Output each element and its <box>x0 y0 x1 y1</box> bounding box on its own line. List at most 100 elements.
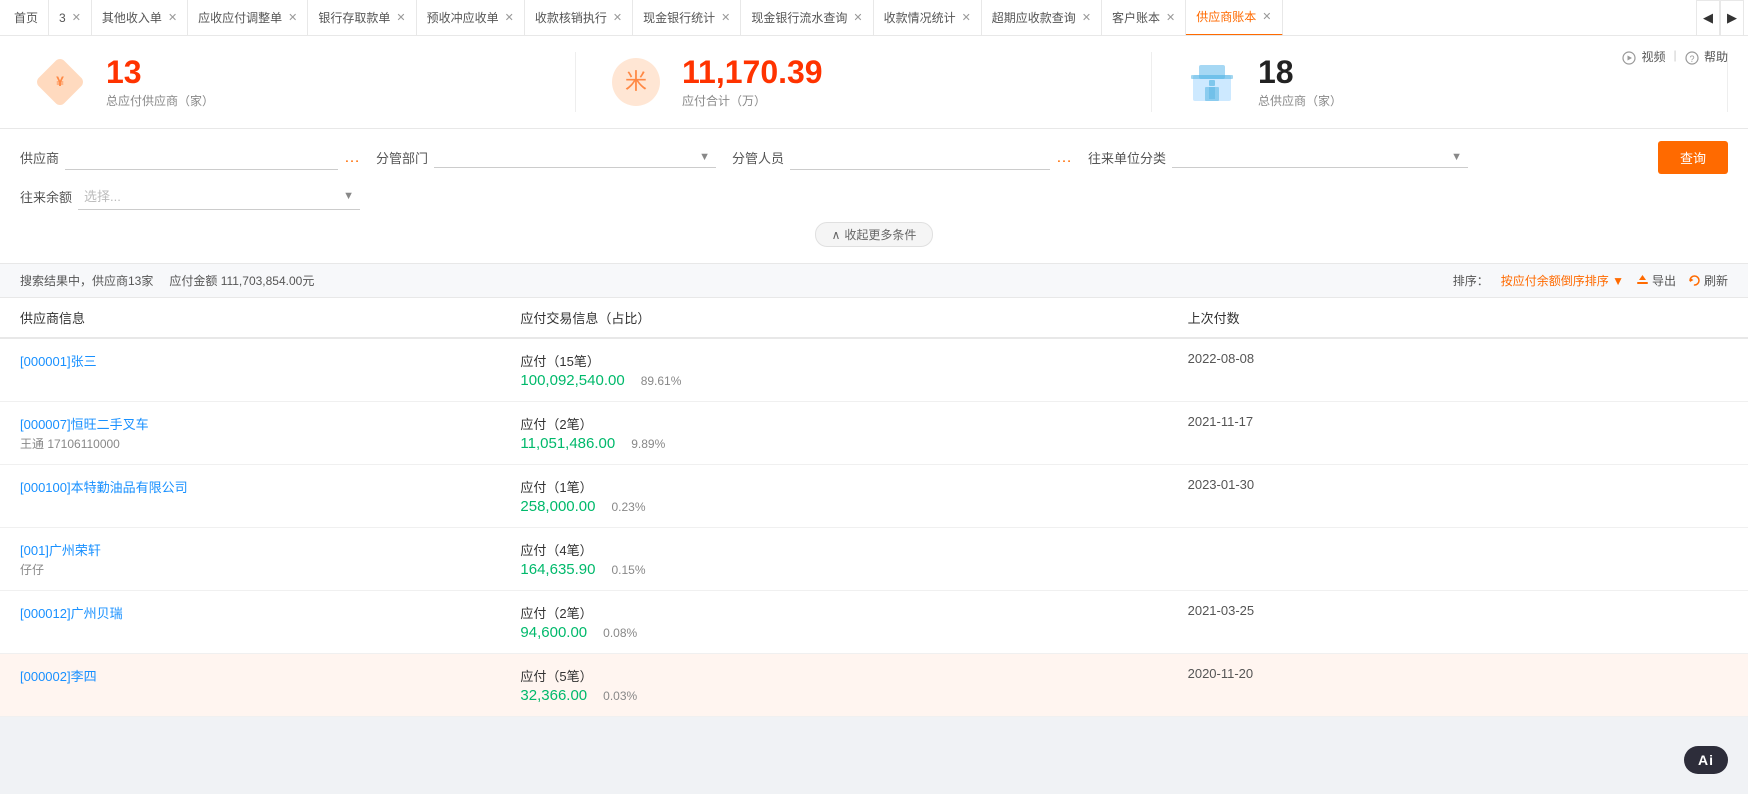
trans-amount-5[interactable]: 32,366.00 <box>520 687 587 704</box>
store-icon <box>1182 52 1242 112</box>
table-header: 供应商信息 应付交易信息（占比） 上次付数 <box>0 298 1748 339</box>
trans-amount-1[interactable]: 11,051,486.00 <box>520 435 615 452</box>
ap-total-num: 11,170.39 <box>682 56 823 88</box>
nav-tab-collection-stats[interactable]: 收款情况统计 ✕ <box>874 0 982 36</box>
col-header-supplier: 供应商信息 <box>20 308 520 327</box>
trans-amount-3[interactable]: 164,635.90 <box>520 561 595 578</box>
nav-tab-cash-bank-flow[interactable]: 现金银行流水查询 ✕ <box>741 0 873 36</box>
close-icon[interactable]: ✕ <box>1166 11 1175 24</box>
close-icon[interactable]: ✕ <box>962 11 971 24</box>
trans-row-2: 258,000.00 0.23% <box>520 498 1187 515</box>
query-button[interactable]: 查询 <box>1658 141 1728 174</box>
trans-row-0: 100,092,540.00 89.61% <box>520 372 1187 389</box>
nav-tab-t3[interactable]: 3 ✕ <box>49 0 92 36</box>
transaction-info-4: 应付（2笔） 94,600.00 0.08% <box>520 603 1187 641</box>
nav-tab-other-income[interactable]: 其他收入单 ✕ <box>92 0 188 36</box>
video-link[interactable]: 视频 <box>1622 48 1665 65</box>
supplier-sub-3: 仔仔 <box>20 561 520 578</box>
refresh-button[interactable]: 刷新 <box>1688 272 1728 289</box>
nav-tab-collection-verify[interactable]: 收款核销执行 ✕ <box>525 0 633 36</box>
result-amount: 应付金额 111,703,854.00元 <box>169 272 314 289</box>
supplier-name-4: [000012]广州贝瑞 <box>20 603 520 622</box>
summary-card-ap-total: 米 11,170.39 应付合计（万） <box>576 52 1152 112</box>
nav-tab-customer-account[interactable]: 客户账本 ✕ <box>1102 0 1186 36</box>
dept-label: 分管部门 <box>376 148 428 167</box>
ai-badge[interactable]: Ai <box>1684 746 1728 774</box>
total-supplier-label: 总供应商（家） <box>1258 92 1342 109</box>
trans-pct-4: 0.08% <box>603 626 637 640</box>
supplier-link-1[interactable]: [000007]恒旺二手叉车 <box>20 417 149 432</box>
close-icon[interactable]: ✕ <box>613 11 622 24</box>
result-bar: 搜索结果中，供应商13家 应付金额 111,703,854.00元 排序： 按应… <box>0 264 1748 298</box>
filter-dept: 分管部门 ▼ <box>376 147 716 168</box>
dept-select[interactable]: ▼ <box>434 147 716 168</box>
trans-row-5: 32,366.00 0.03% <box>520 687 1187 704</box>
last-payment-2: 2023-01-30 <box>1188 477 1688 492</box>
close-icon[interactable]: ✕ <box>396 11 405 24</box>
nav-tab-home[interactable]: 首页 <box>4 0 49 36</box>
close-icon[interactable]: ✕ <box>1082 11 1091 24</box>
result-info: 搜索结果中，供应商13家 应付金额 111,703,854.00元 <box>20 272 314 289</box>
filter-row-2: 往来余额 选择... ▼ <box>20 182 1728 210</box>
nav-tab-advance-payment[interactable]: 预收冲应收单 ✕ <box>417 0 525 36</box>
trans-amount-4[interactable]: 94,600.00 <box>520 624 587 641</box>
svg-text:¥: ¥ <box>56 73 64 89</box>
supplier-link-2[interactable]: [000100]本特勤油品有限公司 <box>20 480 188 495</box>
table-row: [000100]本特勤油品有限公司 应付（1笔） 258,000.00 0.23… <box>0 465 1748 528</box>
export-button[interactable]: 导出 <box>1636 272 1676 289</box>
nav-tab-ap-adjust[interactable]: 应收应付调整单 ✕ <box>188 0 308 36</box>
last-payment-5: 2020-11-20 <box>1188 666 1688 681</box>
close-icon[interactable]: ✕ <box>72 11 81 24</box>
summary-bar: ¥ 13 总应付供应商（家） 米 11,170.39 应付合计（万） <box>0 36 1748 129</box>
nav-arrows: ◀ ▶ <box>1696 0 1744 36</box>
collapse-bar: ∧ 收起更多条件 <box>20 218 1728 255</box>
close-icon[interactable]: ✕ <box>288 11 297 24</box>
nav-tab-bank-deposit[interactable]: 银行存取款单 ✕ <box>308 0 416 36</box>
nav-tab-supplier-account[interactable]: 供应商账本 ✕ <box>1186 0 1282 36</box>
balance-label: 往来余额 <box>20 187 72 206</box>
nav-arrow-right[interactable]: ▶ <box>1720 0 1744 36</box>
supplier-link-4[interactable]: [000012]广州贝瑞 <box>20 606 123 621</box>
collapse-button[interactable]: ∧ 收起更多条件 <box>815 222 934 247</box>
table-row: [000002]李四 应付（5笔） 32,366.00 0.03% 2020-1… <box>0 654 1748 717</box>
supplier-info-5: [000002]李四 <box>20 666 520 685</box>
supplier-link-3[interactable]: [001]广州荣轩 <box>20 543 101 558</box>
close-icon[interactable]: ✕ <box>853 11 862 24</box>
supplier-dots[interactable]: … <box>344 149 360 167</box>
close-icon[interactable]: ✕ <box>1262 10 1271 23</box>
transaction-info-1: 应付（2笔） 11,051,486.00 9.89% <box>520 414 1187 452</box>
supplier-name-1: [000007]恒旺二手叉车 <box>20 414 520 433</box>
trans-row-1: 11,051,486.00 9.89% <box>520 435 1187 452</box>
supplier-info-1: [000007]恒旺二手叉车 王通 17106110000 <box>20 414 520 452</box>
category-select[interactable]: ▼ <box>1172 147 1468 168</box>
close-icon[interactable]: ✕ <box>721 11 730 24</box>
col-header-last-payment: 上次付数 <box>1188 308 1688 327</box>
supplier-link-0[interactable]: [000001]张三 <box>20 354 97 369</box>
supplier-link-5[interactable]: [000002]李四 <box>20 669 97 684</box>
trans-amount-0[interactable]: 100,092,540.00 <box>520 372 624 389</box>
supplier-name-2: [000100]本特勤油品有限公司 <box>20 477 520 496</box>
supplier-info-2: [000100]本特勤油品有限公司 <box>20 477 520 496</box>
person-dots[interactable]: … <box>1056 149 1072 167</box>
nav-tab-cash-bank-stats[interactable]: 现金银行统计 ✕ <box>633 0 741 36</box>
supplier-label: 供应商 <box>20 148 59 167</box>
filter-balance: 往来余额 选择... ▼ <box>20 182 360 210</box>
close-icon[interactable]: ✕ <box>168 11 177 24</box>
nav-tab-overdue-ap[interactable]: 超期应收款查询 ✕ <box>982 0 1102 36</box>
person-input[interactable] <box>790 146 1050 170</box>
trans-label-1: 应付（2笔） <box>520 414 1187 433</box>
nav-arrow-left[interactable]: ◀ <box>1696 0 1720 36</box>
trans-pct-3: 0.15% <box>611 563 645 577</box>
help-link[interactable]: ? 帮助 <box>1685 48 1728 65</box>
card-info-ap-total: 11,170.39 应付合计（万） <box>682 56 823 109</box>
supplier-input[interactable] <box>65 146 338 170</box>
balance-select[interactable]: 选择... ▼ <box>78 182 360 210</box>
sort-value[interactable]: 按应付余额倒序排序 ▼ <box>1501 272 1624 289</box>
trans-label-4: 应付（2笔） <box>520 603 1187 622</box>
trans-amount-2[interactable]: 258,000.00 <box>520 498 595 515</box>
close-icon[interactable]: ✕ <box>505 11 514 24</box>
filter-category: 往来单位分类 ▼ <box>1088 147 1468 168</box>
svg-text:米: 米 <box>625 69 647 94</box>
category-label: 往来单位分类 <box>1088 148 1166 167</box>
filter-row-1: 供应商 … 分管部门 ▼ 分管人员 … 往来单位分类 ▼ 查询 <box>20 141 1728 174</box>
